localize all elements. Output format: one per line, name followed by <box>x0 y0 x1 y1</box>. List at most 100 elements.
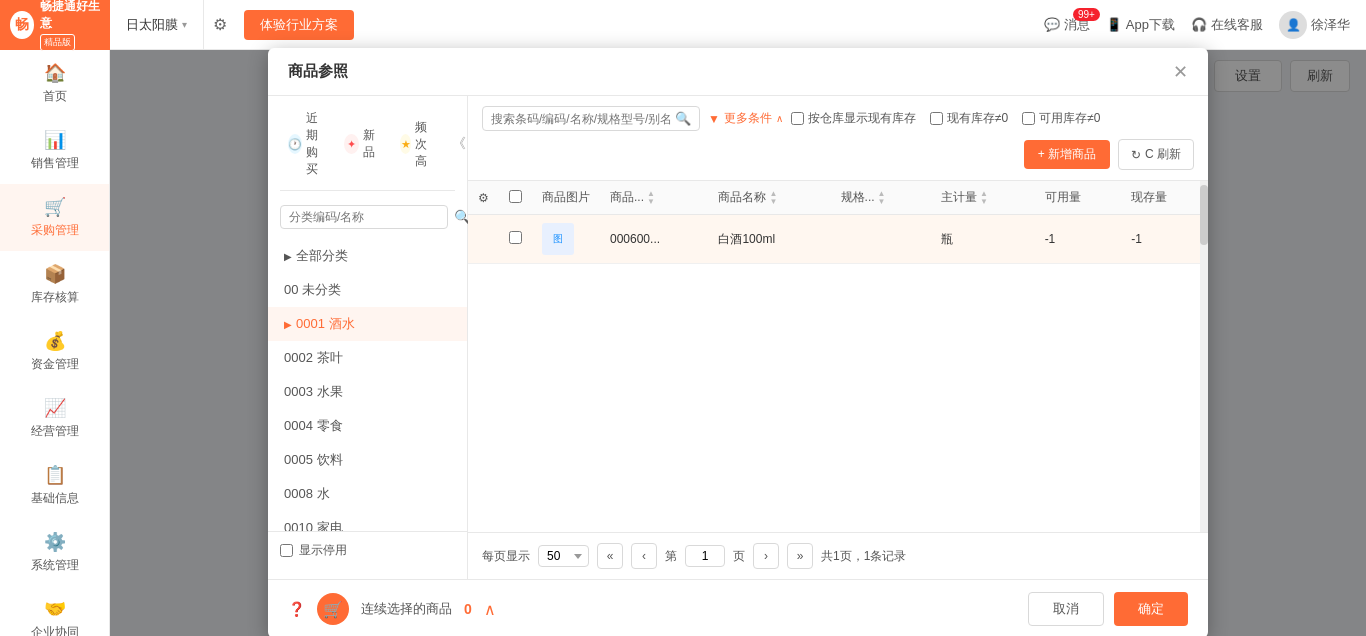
next-page-btn[interactable]: › <box>753 543 779 569</box>
th-stock: 现存量 <box>1121 181 1208 215</box>
main-content: 查询 设置 刷新 商品参照 ✕ 🕐 <box>110 50 1366 636</box>
prev-page-btn[interactable]: ‹ <box>631 543 657 569</box>
logo: 畅 畅捷通好生意 精品版 <box>0 0 110 50</box>
sidebar-item-purchase[interactable]: 🛒 采购管理 <box>0 184 109 251</box>
purchase-icon: 🛒 <box>44 196 66 218</box>
system-icon: ⚙️ <box>44 531 66 553</box>
online-service-item[interactable]: 🎧 在线客服 <box>1191 16 1263 34</box>
sales-icon: 📊 <box>44 129 66 151</box>
category-0002[interactable]: 0002 茶叶 <box>268 341 467 375</box>
page-total: 共1页，1条记录 <box>821 548 906 565</box>
first-page-btn[interactable]: « <box>597 543 623 569</box>
freq-icon: ★ <box>400 134 411 154</box>
stock-nonzero-checkbox[interactable] <box>930 112 943 125</box>
row-unit: 瓶 <box>931 215 1035 264</box>
category-0008[interactable]: 0008 水 <box>268 477 467 511</box>
cancel-button[interactable]: 取消 <box>1028 592 1104 626</box>
new-tab[interactable]: ✦ 新品 <box>336 123 388 165</box>
page-size-select[interactable]: 20 50 100 <box>538 545 589 567</box>
filter-nonzero-stock[interactable]: 现有库存≠0 <box>930 110 1008 127</box>
basics-icon: 📋 <box>44 464 66 486</box>
mobile-icon: 📱 <box>1106 17 1122 32</box>
more-filter-btn[interactable]: ▼ 更多条件 ∧ <box>708 110 783 127</box>
filter-by-warehouse[interactable]: 按仓库显示现有库存 <box>791 110 916 127</box>
cart-icon[interactable]: 🛒 <box>317 593 349 625</box>
category-00[interactable]: 00 未分类 <box>268 273 467 307</box>
collapse-footer-icon[interactable]: ∧ <box>484 600 496 619</box>
show-disabled-input[interactable] <box>280 544 293 557</box>
select-all-checkbox[interactable] <box>509 190 522 203</box>
filter-icon: ▼ <box>708 112 720 126</box>
filter-nonzero-avail[interactable]: 可用库存≠0 <box>1022 110 1100 127</box>
sidebar-item-inventory[interactable]: 📦 库存核算 <box>0 251 109 318</box>
sidebar-item-basics[interactable]: 📋 基础信息 <box>0 452 109 519</box>
category-0010[interactable]: 0010 家电 <box>268 511 467 531</box>
category-0003[interactable]: 0003 水果 <box>268 375 467 409</box>
th-avail: 可用量 <box>1035 181 1122 215</box>
scrollbar-thumb[interactable] <box>1200 185 1208 245</box>
modal-left-footer: 显示停用 <box>268 531 467 569</box>
inventory-icon: 📦 <box>44 263 66 285</box>
finance-icon: 💰 <box>44 330 66 352</box>
sidebar-item-collab[interactable]: 🤝 企业协同 <box>0 586 109 636</box>
message-icon: 💬 <box>1044 17 1060 32</box>
page-number-input[interactable] <box>685 545 725 567</box>
toolbar-right-actions: + 新增商品 ↻ C 刷新 <box>1024 139 1194 170</box>
search-icon: 🔍 <box>675 111 691 126</box>
company-selector[interactable]: 日太阳膜 ▾ <box>110 0 204 49</box>
sidebar-item-home[interactable]: 🏠 首页 <box>0 50 109 117</box>
category-0001[interactable]: ▶ 0001 酒水 <box>268 307 467 341</box>
sidebar-item-operations[interactable]: 📈 经营管理 <box>0 385 109 452</box>
cart-count: 0 <box>464 601 472 617</box>
freq-tab[interactable]: ★ 频次高 <box>392 115 444 174</box>
product-image-placeholder: 图 <box>542 223 574 255</box>
filter-checkboxes: 按仓库显示现有库存 现有库存≠0 可用库存≠0 <box>791 110 1101 127</box>
last-page-btn[interactable]: » <box>787 543 813 569</box>
arrow-icon: ▶ <box>284 319 292 330</box>
table-row[interactable]: 图 000600... 白酒100ml 瓶 -1 -1 <box>468 215 1208 264</box>
row-spec <box>831 215 932 264</box>
modal-close-icon[interactable]: ✕ <box>1173 63 1188 81</box>
per-page-label: 每页显示 <box>482 548 530 565</box>
modal-body: 🕐 近期购买 ✦ 新品 ★ 频次高 《 <box>268 96 1208 579</box>
modal-right-panel: 🔍 ▼ 更多条件 ∧ 按仓库显示现有库存 <box>468 96 1208 579</box>
category-search-input[interactable] <box>280 205 448 229</box>
row-avail: -1 <box>1035 215 1122 264</box>
avail-nonzero-checkbox[interactable] <box>1022 112 1035 125</box>
new-icon: ✦ <box>344 134 359 154</box>
sort-arrows-name: ▲▼ <box>769 190 777 206</box>
warehouse-checkbox[interactable] <box>791 112 804 125</box>
recent-tab[interactable]: 🕐 近期购买 <box>280 106 332 182</box>
product-search-input[interactable] <box>491 112 671 126</box>
experience-btn[interactable]: 体验行业方案 <box>244 10 354 40</box>
quick-tabs: 🕐 近期购买 ✦ 新品 ★ 频次高 《 <box>268 106 467 182</box>
selector-arrow-icon: ▾ <box>182 19 187 30</box>
refresh-list-btn[interactable]: ↻ C 刷新 <box>1118 139 1194 170</box>
add-product-btn[interactable]: + 新增商品 <box>1024 140 1110 169</box>
category-all[interactable]: ▶ 全部分类 <box>268 239 467 273</box>
help-icon[interactable]: ❓ <box>288 601 305 617</box>
collapse-panel-icon[interactable]: 《 <box>448 135 470 153</box>
scrollbar-track <box>1200 181 1208 532</box>
th-check <box>499 181 532 215</box>
category-0004[interactable]: 0004 零食 <box>268 409 467 443</box>
messages-item[interactable]: 💬 消息 99+ <box>1044 16 1090 34</box>
sidebar-item-sales[interactable]: 📊 销售管理 <box>0 117 109 184</box>
settings-icon[interactable]: ⚙ <box>204 9 236 41</box>
sort-arrows-spec: ▲▼ <box>878 190 886 206</box>
sidebar-item-finance[interactable]: 💰 资金管理 <box>0 318 109 385</box>
sidebar-item-system[interactable]: ⚙️ 系统管理 <box>0 519 109 586</box>
show-disabled-checkbox[interactable]: 显示停用 <box>280 542 455 559</box>
th-unit: 主计量 ▲▼ <box>931 181 1035 215</box>
divider <box>280 190 455 191</box>
th-code: 商品... ▲▼ <box>600 181 708 215</box>
sidebar: 🏠 首页 📊 销售管理 🛒 采购管理 📦 库存核算 💰 资金管理 📈 经营管理 … <box>0 50 110 636</box>
app-download-item[interactable]: 📱 App下载 <box>1106 16 1175 34</box>
user-profile[interactable]: 👤 徐泽华 <box>1279 11 1350 39</box>
row-select-checkbox[interactable] <box>509 231 522 244</box>
category-0005[interactable]: 0005 饮料 <box>268 443 467 477</box>
product-table-container: ⚙ 商品图片 商品... ▲▼ <box>468 181 1208 532</box>
confirm-button[interactable]: 确定 <box>1114 592 1188 626</box>
row-stock: -1 <box>1121 215 1208 264</box>
filter-collapse-icon: ∧ <box>776 113 783 124</box>
